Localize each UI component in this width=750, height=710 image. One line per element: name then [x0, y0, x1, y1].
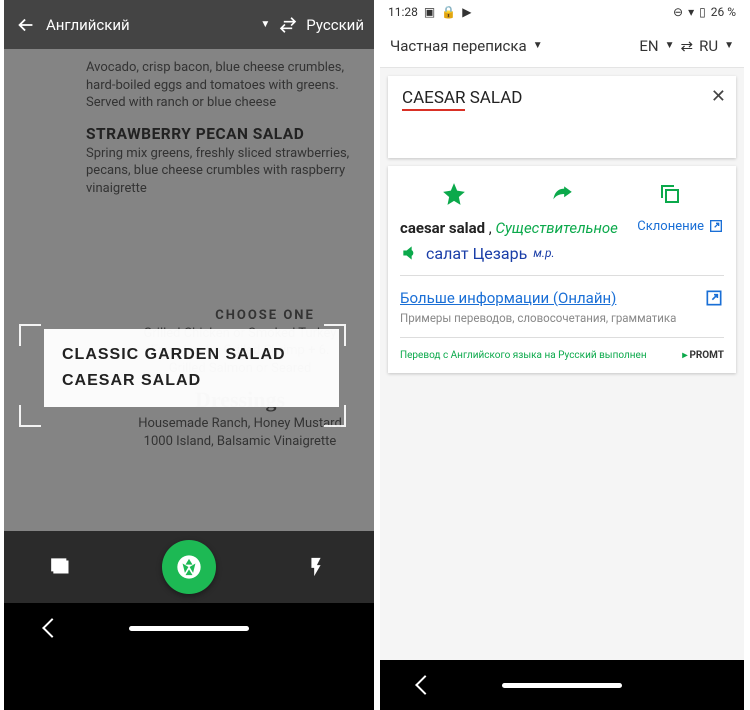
ocr-line: CLASSIC GARDEN SALAD — [62, 346, 321, 364]
sub-info: Примеры переводов, словосочетания, грамм… — [400, 311, 724, 325]
crop-corner-icon[interactable] — [19, 324, 41, 346]
dnd-icon: ⊖ — [673, 5, 683, 19]
status-bar: 11:28 ▣ 🔒 ▶ ⊖ ▾ ▯ 26 % — [380, 0, 744, 24]
nav-home-icon[interactable] — [502, 683, 622, 688]
key-icon: 🔒 — [441, 5, 456, 19]
crop-corner-icon[interactable] — [19, 405, 41, 427]
action-row — [400, 176, 724, 218]
card-footer: Перевод с Английского языка на Русский в… — [400, 350, 724, 361]
translate-header: Английский ▼ Русский — [4, 0, 374, 49]
share-icon[interactable] — [548, 180, 576, 208]
copy-icon[interactable] — [656, 180, 684, 208]
back-arrow-icon[interactable] — [14, 13, 38, 37]
android-navbar — [4, 603, 374, 653]
src-code[interactable]: EN — [639, 37, 658, 55]
translation-row: салат Цезарь м.р. — [400, 243, 724, 263]
flash-icon[interactable] — [301, 552, 331, 582]
nav-back-icon[interactable] — [415, 675, 435, 695]
result-card: Склонение caesar salad , Существительное… — [388, 166, 736, 373]
ocr-highlight: CLASSIC GARDEN SALAD CAESAR SALAD — [44, 329, 339, 407]
menu-desc: Spring mix greens, freshly sliced strawb… — [86, 145, 364, 198]
input-text: CAESAR SALAD — [402, 88, 722, 108]
grammar-label: м.р. — [533, 246, 554, 260]
wifi-icon: ▾ — [688, 5, 694, 19]
input-card[interactable]: CAESAR SALAD ✕ — [388, 76, 736, 158]
battery-pct: 26 % — [711, 5, 736, 19]
star-icon[interactable] — [440, 180, 468, 208]
input-word: SALAD — [470, 88, 523, 108]
input-word: CAESAR — [402, 88, 465, 111]
target-lang-label: Русский — [306, 16, 364, 34]
more-info-link[interactable]: Больше информации (Онлайн) — [400, 288, 724, 308]
menu-head: STRAWBERRY PECAN SALAD — [86, 124, 364, 145]
chevron-down-icon[interactable]: ▼ — [260, 19, 270, 30]
close-icon[interactable]: ✕ — [711, 86, 726, 107]
promt-logo: PROMT — [682, 350, 724, 361]
menu-option: 1000 Island, Balsamic Vinaigrette — [116, 433, 364, 451]
chevron-down-icon[interactable]: ▼ — [533, 40, 543, 51]
source-lang-selector[interactable]: Английский — [46, 16, 130, 34]
battery-icon: ▯ — [699, 5, 706, 19]
term-row: Склонение caesar salad , Существительное — [400, 218, 724, 237]
tgt-code[interactable]: RU — [699, 37, 718, 55]
speaker-icon[interactable] — [400, 243, 420, 263]
more-info-label: Больше информации (Онлайн) — [400, 289, 616, 307]
ocr-line: CAESAR SALAD — [62, 372, 321, 390]
left-phone: Английский ▼ Русский Avocado, crisp baco… — [4, 0, 374, 710]
choose-label: CHOOSE ONE — [166, 307, 364, 325]
pos-label: Существительное — [495, 219, 617, 237]
source-lang-label: Английский — [46, 16, 130, 34]
gallery-icon[interactable] — [47, 552, 77, 582]
chevron-down-icon[interactable]: ▼ — [665, 40, 675, 51]
camera-view: Avocado, crisp bacon, blue cheese crumbl… — [4, 49, 374, 603]
mode-lang-bar: Частная переписка ▼ EN ▼ ⇄ RU ▼ — [380, 24, 744, 68]
shutter-button[interactable] — [162, 540, 216, 594]
swap-icon[interactable]: ⇄ — [681, 37, 694, 55]
camera-controls — [4, 531, 374, 603]
footer-note: Перевод с Английского языка на Русский в… — [400, 350, 647, 361]
divider — [400, 275, 724, 276]
declension-link[interactable]: Склонение — [637, 218, 724, 234]
menu-desc: Avocado, crisp bacon, blue cheese crumbl… — [86, 59, 364, 112]
nav-back-icon[interactable] — [42, 618, 62, 638]
swap-icon[interactable] — [278, 15, 298, 35]
crop-corner-icon[interactable] — [324, 405, 346, 427]
nav-home-icon[interactable] — [129, 626, 249, 631]
play-icon: ▶ — [462, 5, 471, 19]
right-phone: 11:28 ▣ 🔒 ▶ ⊖ ▾ ▯ 26 % Частная переписка… — [380, 0, 744, 710]
target-lang-selector[interactable]: Русский — [306, 16, 364, 34]
divider — [400, 337, 724, 338]
declension-label: Склонение — [637, 219, 704, 234]
chevron-down-icon[interactable]: ▼ — [724, 40, 734, 51]
term-text: caesar salad — [400, 219, 485, 237]
image-icon: ▣ — [424, 5, 435, 19]
status-time: 11:28 — [388, 5, 418, 19]
android-navbar — [380, 660, 744, 710]
mode-selector[interactable]: Частная переписка — [390, 37, 527, 55]
translation-text: салат Цезарь — [426, 244, 527, 263]
